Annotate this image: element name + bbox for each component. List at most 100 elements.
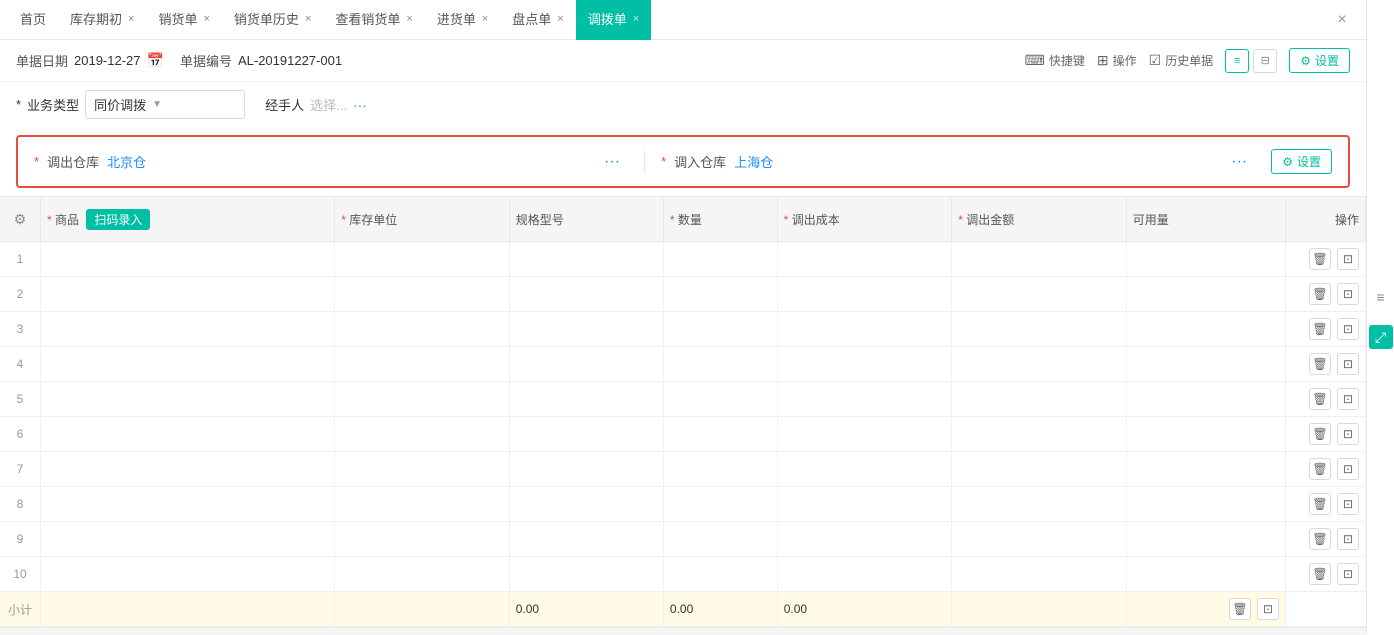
copy-row-button[interactable]: ⊡ (1337, 353, 1359, 375)
row-product-cell[interactable] (41, 347, 335, 382)
out-warehouse-value[interactable]: 北京仓 (107, 152, 146, 171)
tab-stocktake-close[interactable]: × (557, 13, 563, 25)
delete-row-button[interactable]: 🗑 (1309, 563, 1331, 585)
delete-row-button[interactable]: 🗑 (1309, 388, 1331, 410)
delete-row-button[interactable]: 🗑 (1309, 353, 1331, 375)
copy-row-button[interactable]: ⊡ (1337, 283, 1359, 305)
row-avail-cell[interactable] (1126, 487, 1285, 522)
delete-row-button[interactable]: 🗑 (1309, 283, 1331, 305)
row-cost-cell[interactable] (777, 557, 951, 592)
col-settings[interactable]: ⚙ (0, 197, 41, 242)
row-spec-cell[interactable] (509, 312, 663, 347)
tab-inventory-init[interactable]: 库存期初 × (58, 0, 146, 40)
delete-row-button[interactable]: 🗑 (1309, 248, 1331, 270)
sidebar-list-icon[interactable]: ≡ (1369, 285, 1393, 309)
operations-action[interactable]: ⊞ 操作 (1097, 52, 1137, 69)
row-avail-cell[interactable] (1126, 382, 1285, 417)
row-unit-cell[interactable] (335, 277, 509, 312)
row-avail-cell[interactable] (1126, 347, 1285, 382)
scan-input-button[interactable]: 扫码录入 (86, 209, 150, 230)
row-unit-cell[interactable] (335, 312, 509, 347)
row-qty-cell[interactable] (663, 417, 777, 452)
row-product-cell[interactable] (41, 382, 335, 417)
row-spec-cell[interactable] (509, 347, 663, 382)
row-unit-cell[interactable] (335, 522, 509, 557)
person-more-icon[interactable]: ··· (353, 97, 367, 113)
row-cost-cell[interactable] (777, 417, 951, 452)
tab-inventory-init-close[interactable]: × (128, 13, 134, 25)
row-amount-cell[interactable] (952, 277, 1126, 312)
tab-view-sales-close[interactable]: × (406, 13, 412, 25)
settings-button[interactable]: ⚙ 设置 (1289, 48, 1350, 73)
window-close-button[interactable]: × (1326, 4, 1358, 36)
row-unit-cell[interactable] (335, 382, 509, 417)
row-qty-cell[interactable] (663, 242, 777, 277)
row-product-cell[interactable] (41, 452, 335, 487)
row-spec-cell[interactable] (509, 417, 663, 452)
row-product-cell[interactable] (41, 242, 335, 277)
list-view-button[interactable]: ≡ (1225, 49, 1249, 73)
delete-row-button[interactable]: 🗑 (1309, 423, 1331, 445)
tab-transfer[interactable]: 调拨单 × (576, 0, 651, 40)
row-qty-cell[interactable] (663, 452, 777, 487)
biz-type-select[interactable]: 同价调拨 ▼ (85, 90, 245, 119)
tab-purchase-order-close[interactable]: × (482, 13, 488, 25)
copy-row-button[interactable]: ⊡ (1337, 388, 1359, 410)
copy-row-button[interactable]: ⊡ (1337, 458, 1359, 480)
shortcuts-action[interactable]: ⌨ 快捷键 (1025, 52, 1085, 69)
tab-sales-order[interactable]: 销货单 × (146, 0, 221, 40)
tab-sales-order-close[interactable]: × (203, 13, 209, 25)
row-unit-cell[interactable] (335, 347, 509, 382)
row-avail-cell[interactable] (1126, 452, 1285, 487)
row-cost-cell[interactable] (777, 487, 951, 522)
in-warehouse-value[interactable]: 上海仓 (734, 152, 773, 171)
tab-stocktake[interactable]: 盘点单 × (500, 0, 575, 40)
row-amount-cell[interactable] (952, 382, 1126, 417)
row-amount-cell[interactable] (952, 242, 1126, 277)
history-action[interactable]: ☑ 历史单据 (1149, 52, 1214, 69)
tab-home[interactable]: 首页 (8, 0, 58, 40)
copy-row-button[interactable]: ⊡ (1337, 248, 1359, 270)
delete-row-button[interactable]: 🗑 (1309, 493, 1331, 515)
tab-purchase-order[interactable]: 进货单 × (425, 0, 500, 40)
person-select[interactable]: 选择... (310, 95, 347, 114)
copy-row-button[interactable]: ⊡ (1337, 528, 1359, 550)
row-avail-cell[interactable] (1126, 242, 1285, 277)
row-amount-cell[interactable] (952, 557, 1126, 592)
out-warehouse-more-icon[interactable]: ··· (596, 153, 628, 171)
row-spec-cell[interactable] (509, 487, 663, 522)
sidebar-expand-icon[interactable]: ⤢ (1369, 325, 1393, 349)
row-qty-cell[interactable] (663, 277, 777, 312)
row-cost-cell[interactable] (777, 522, 951, 557)
row-avail-cell[interactable] (1126, 417, 1285, 452)
tab-view-sales[interactable]: 查看销货单 × (323, 0, 424, 40)
row-cost-cell[interactable] (777, 242, 951, 277)
row-amount-cell[interactable] (952, 312, 1126, 347)
row-qty-cell[interactable] (663, 522, 777, 557)
row-amount-cell[interactable] (952, 487, 1126, 522)
row-product-cell[interactable] (41, 417, 335, 452)
in-warehouse-more-icon[interactable]: ··· (1223, 153, 1255, 171)
copy-row-button[interactable]: ⊡ (1337, 423, 1359, 445)
row-cost-cell[interactable] (777, 452, 951, 487)
row-spec-cell[interactable] (509, 522, 663, 557)
row-unit-cell[interactable] (335, 557, 509, 592)
warehouse-settings-button[interactable]: ⚙ 设置 (1271, 149, 1332, 174)
row-unit-cell[interactable] (335, 417, 509, 452)
copy-row-button[interactable]: ⊡ (1337, 563, 1359, 585)
row-cost-cell[interactable] (777, 382, 951, 417)
copy-row-button[interactable]: ⊡ (1257, 598, 1279, 620)
grid-view-button[interactable]: ⊟ (1253, 49, 1277, 73)
row-amount-cell[interactable] (952, 522, 1126, 557)
delete-row-button[interactable]: 🗑 (1309, 528, 1331, 550)
row-cost-cell[interactable] (777, 347, 951, 382)
delete-row-button[interactable]: 🗑 (1229, 598, 1251, 620)
row-spec-cell[interactable] (509, 277, 663, 312)
row-unit-cell[interactable] (335, 452, 509, 487)
row-spec-cell[interactable] (509, 557, 663, 592)
column-settings-icon[interactable]: ⚙ (6, 205, 34, 233)
row-amount-cell[interactable] (952, 347, 1126, 382)
row-product-cell[interactable] (41, 522, 335, 557)
row-qty-cell[interactable] (663, 487, 777, 522)
row-product-cell[interactable] (41, 487, 335, 522)
